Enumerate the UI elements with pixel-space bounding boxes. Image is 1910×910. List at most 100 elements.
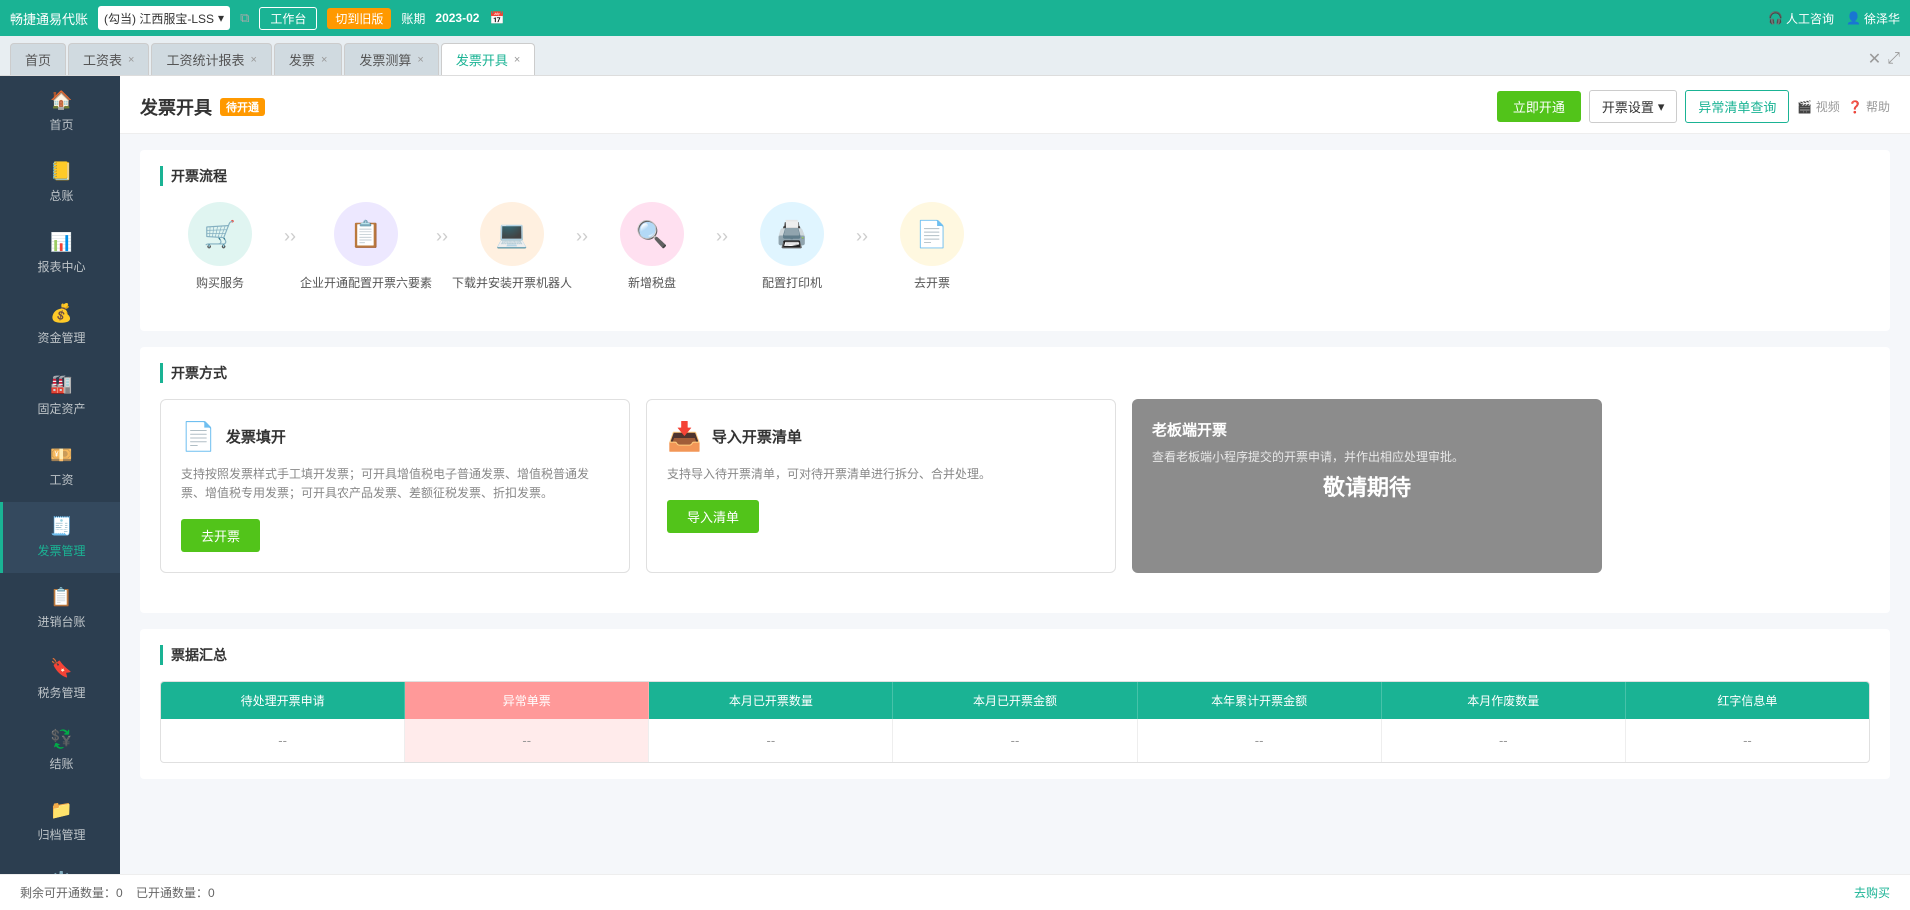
tab-invoice-calc-label: 发票测算 <box>359 50 411 69</box>
tab-invoice-tool-close[interactable]: × <box>514 54 520 66</box>
open-now-button[interactable]: 立即开通 <box>1497 91 1581 122</box>
download-label: 下载并安装开票机器人 <box>452 274 572 291</box>
sidebar-item-purchase[interactable]: 📋 进销台账 <box>0 573 120 644</box>
billing-methods-title: 开票方式 <box>160 363 1870 383</box>
cell-abnormal: -- <box>405 719 649 762</box>
sidebar-item-report-label: 报表中心 <box>37 258 85 275</box>
flow-step-printer[interactable]: 🖨️ 配置打印机 <box>732 202 852 291</box>
tab-payroll-close[interactable]: × <box>128 54 134 66</box>
settlement-icon: 💱 <box>50 729 72 750</box>
tab-payroll-report-label: 工资统计报表 <box>166 50 244 69</box>
col-abnormal: 异常单票 <box>405 682 649 719</box>
bottom-bar: 剩余可开通数量：0 已开通数量：0 去购买 <box>0 874 1910 910</box>
abnormal-query-button[interactable]: 异常清单查询 <box>1685 90 1789 123</box>
summary-title: 票据汇总 <box>160 645 1870 665</box>
workspace-button[interactable]: 工作台 <box>259 7 317 30</box>
sidebar-item-tax[interactable]: 🔖 税务管理 <box>0 644 120 715</box>
tab-invoice-tool-label: 发票开具 <box>456 50 508 69</box>
tab-invoice-calc[interactable]: 发票测算 × <box>344 43 438 75</box>
sidebar-item-archive-label: 归档管理 <box>37 826 85 843</box>
open-settings-button[interactable]: 开票设置 ▾ <box>1589 90 1678 123</box>
flow-step-setup[interactable]: 📋 企业开通配置开票六要素 <box>300 202 432 291</box>
method-import-desc: 支持导入待开票清单，可对待开票清单进行拆分、合并处理。 <box>667 465 1095 484</box>
flow-step-disk[interactable]: 🔍 新增税盘 <box>592 202 712 291</box>
tab-invoice-label: 发票 <box>289 50 315 69</box>
page-header: 发票开具 待开通 立即开通 开票设置 ▾ 异常清单查询 🎬 视频 ❓ 帮助 <box>120 76 1910 134</box>
tab-actions: ✕ ⤢ <box>1868 49 1900 75</box>
sidebar-item-purchase-label: 进销台账 <box>37 613 85 630</box>
sidebar-item-archive[interactable]: 📁 归档管理 <box>0 786 120 857</box>
tab-expand-button[interactable]: ⤢ <box>1887 50 1900 68</box>
tab-payroll-report-close[interactable]: × <box>250 54 256 66</box>
method-import-title: 导入开票清单 <box>712 426 802 447</box>
cell-year-amount: -- <box>1138 719 1382 762</box>
tab-invoice-calc-close[interactable]: × <box>417 54 423 66</box>
tab-home-label: 首页 <box>25 50 51 69</box>
summary-table-body: -- -- -- -- -- -- -- <box>161 719 1869 762</box>
sidebar-item-invoice-label: 发票管理 <box>37 542 85 559</box>
arrow-1: ›› <box>284 226 296 267</box>
old-version-button[interactable]: 切到旧版 <box>327 8 391 29</box>
col-void-count: 本月作废数量 <box>1382 682 1626 719</box>
method-card-manual: 📄 发票填开 支持按照发票样式手工填开发票；可开具增值税电子普通发票、增值税普通… <box>160 399 630 573</box>
funds-icon: 💰 <box>50 303 72 324</box>
import-list-button[interactable]: 导入清单 <box>667 500 759 533</box>
page-actions: 立即开通 开票设置 ▾ 异常清单查询 🎬 视频 ❓ 帮助 <box>1497 90 1890 123</box>
help-icon[interactable]: ❓ 帮助 <box>1848 98 1890 115</box>
arrow-3: ›› <box>576 226 588 267</box>
sidebar-item-home[interactable]: 🏠 首页 <box>0 76 120 147</box>
billing-methods-section: 开票方式 📄 发票填开 支持按照发票样式手工填开发票；可开具增值税电子普通发票、… <box>140 347 1890 613</box>
tab-invoice[interactable]: 发票 × <box>274 43 342 75</box>
printer-icon: 🖨️ <box>760 202 824 266</box>
copy-icon[interactable]: ⧉ <box>240 10 249 26</box>
summary-table-header: 待处理开票申请 异常单票 本月已开票数量 本月已开票金额 本年累计开票金额 本月… <box>161 682 1869 719</box>
sidebar-item-funds[interactable]: 💰 资金管理 <box>0 289 120 360</box>
status-badge: 待开通 <box>220 98 265 116</box>
tab-payroll-label: 工资表 <box>83 50 122 69</box>
tab-payroll-report[interactable]: 工资统计报表 × <box>151 43 271 75</box>
customer-service-button[interactable]: 🎧 人工咨询 <box>1768 10 1834 27</box>
flow-step-download[interactable]: 💻 下载并安装开票机器人 <box>452 202 572 291</box>
archive-icon: 📁 <box>50 800 72 821</box>
sidebar-item-settings[interactable]: ⚙️ 设置 <box>0 857 120 874</box>
company-selector[interactable]: (勾当) 江西服宝-LSS ▾ <box>98 6 230 30</box>
col-today-count: 本月已开票数量 <box>649 682 893 719</box>
arrow-2: ›› <box>436 226 448 267</box>
boss-card-title: 老板端开票 <box>1152 419 1582 440</box>
home-icon: 🏠 <box>50 90 72 111</box>
sidebar-item-settlement[interactable]: 💱 结账 <box>0 715 120 786</box>
app-logo: 畅捷通易代账 <box>10 9 88 28</box>
salary-icon: 💴 <box>50 445 72 466</box>
printer-label: 配置打印机 <box>762 274 822 291</box>
sidebar-item-salary[interactable]: 💴 工资 <box>0 431 120 502</box>
method-card-boss: 老板端开票 查看老板端小程序提交的开票申请，并作出相应处理审批。 敬请期待 <box>1132 399 1602 573</box>
flow-step-issue[interactable]: 📄 去开票 <box>872 202 992 291</box>
goto-buy-link[interactable]: 去购买 <box>1854 884 1890 901</box>
user-profile-button[interactable]: 👤 徐泽华 <box>1846 10 1900 27</box>
tab-home[interactable]: 首页 <box>10 43 66 75</box>
setup-icon: 📋 <box>334 202 398 266</box>
open-settings-label: 开票设置 <box>1602 97 1654 116</box>
tab-invoice-close[interactable]: × <box>321 54 327 66</box>
period-value: 2023-02 <box>435 11 479 25</box>
col-pending: 待处理开票申请 <box>161 682 405 719</box>
remaining-count: 剩余可开通数量：0 <box>20 886 123 900</box>
flow-section: 开票流程 🛒 购买服务 ›› 📋 企业开通配置开票六要素 ›› 💻 下载并安 <box>140 150 1890 331</box>
view-icon[interactable]: 🎬 视频 <box>1797 98 1839 115</box>
cell-today-count: -- <box>649 719 893 762</box>
sidebar-item-ledger[interactable]: 📒 总账 <box>0 147 120 218</box>
flow-step-buy[interactable]: 🛒 购买服务 <box>160 202 280 291</box>
content-area: 发票开具 待开通 立即开通 开票设置 ▾ 异常清单查询 🎬 视频 ❓ 帮助 开票… <box>120 76 1910 874</box>
sidebar-item-invoice[interactable]: 🧾 发票管理 <box>0 502 120 573</box>
method-manual-title: 发票填开 <box>226 426 286 447</box>
calendar-icon[interactable]: 📅 <box>489 11 504 25</box>
sidebar-item-report[interactable]: 📊 报表中心 <box>0 218 120 289</box>
tab-invoice-tool[interactable]: 发票开具 × <box>441 43 535 75</box>
sidebar-item-home-label: 首页 <box>49 116 73 133</box>
sidebar-item-fixed[interactable]: 🏭 固定资产 <box>0 360 120 431</box>
go-issue-button[interactable]: 去开票 <box>181 519 260 552</box>
method-manual-header: 📄 发票填开 <box>181 420 609 453</box>
boss-card-coming-soon: 敬请期待 <box>1323 470 1411 502</box>
tab-payroll[interactable]: 工资表 × <box>68 43 149 75</box>
tab-close-all-button[interactable]: ✕ <box>1868 49 1881 69</box>
